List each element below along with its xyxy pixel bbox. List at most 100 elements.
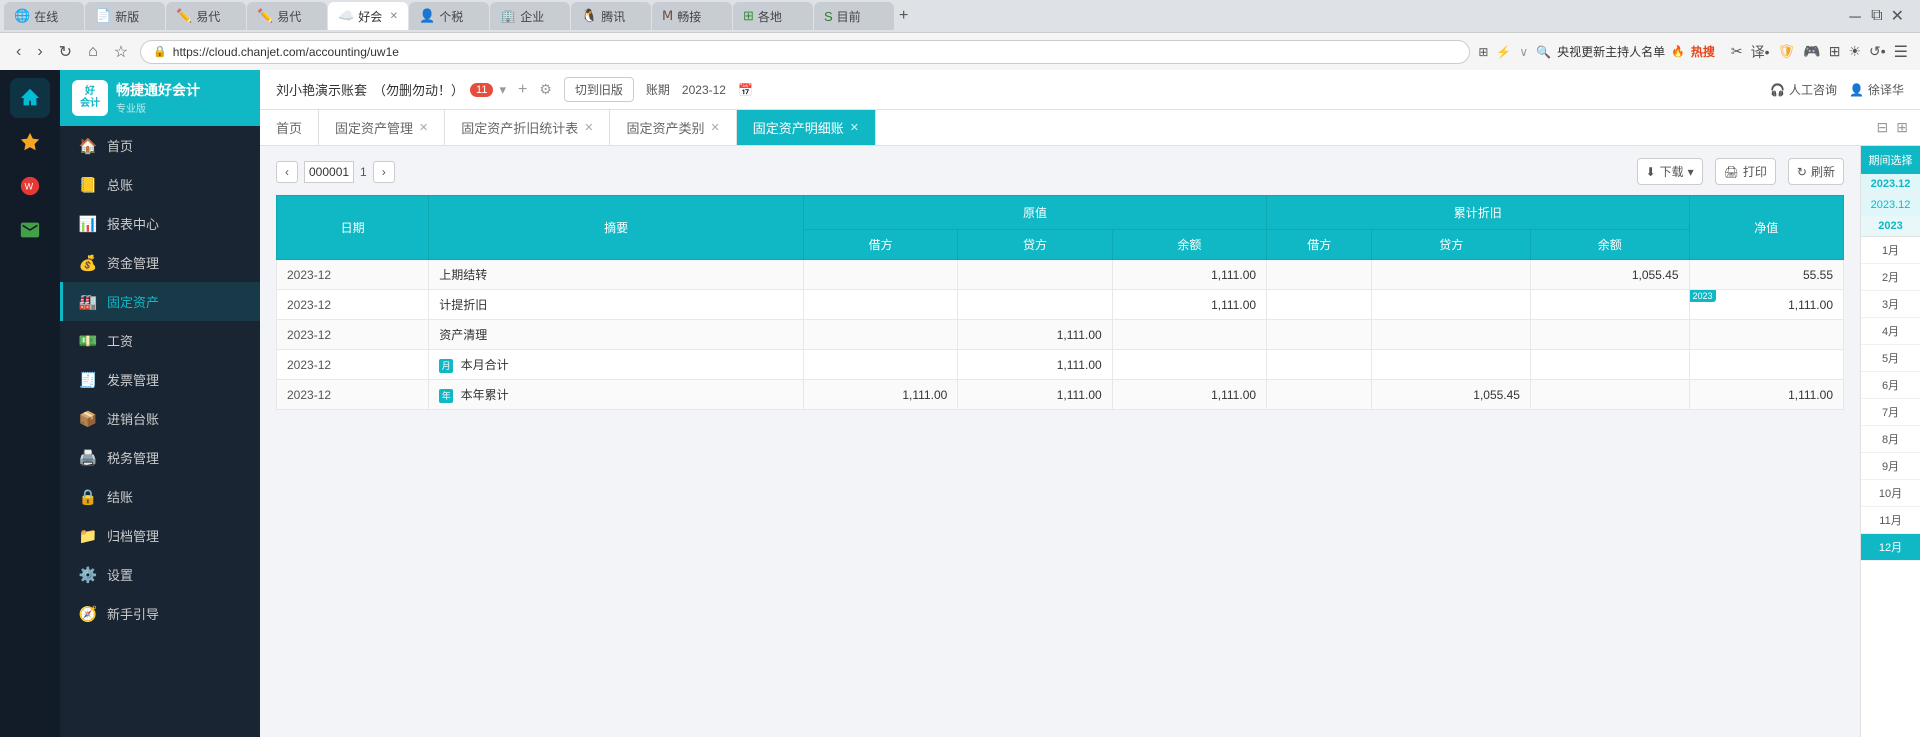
browser-tab-yidai1[interactable]: ✏️ 易代: [166, 2, 246, 30]
period-month-11[interactable]: 11月: [1861, 507, 1920, 534]
maximize-pane-icon[interactable]: ⊞: [1896, 119, 1908, 136]
sidebar-item-ledger[interactable]: 📒 总账: [60, 165, 260, 204]
browser-tab-online[interactable]: 🌐 在线: [4, 2, 84, 30]
sidebar-item-archive[interactable]: 📁 归档管理: [60, 516, 260, 555]
sidebar-item-fixed-assets[interactable]: 🏭 固定资产: [60, 282, 260, 321]
period-year-2023[interactable]: 2023: [1861, 216, 1920, 237]
sidebar-item-reports[interactable]: 📊 报表中心: [60, 204, 260, 243]
col-header-desc: 摘要: [429, 196, 804, 260]
sidebar-item-invoice[interactable]: 🧾 发票管理: [60, 360, 260, 399]
sidebar-item-home[interactable]: 🏠 首页: [60, 126, 260, 165]
sidebar-item-tax[interactable]: 🖨️ 税务管理: [60, 438, 260, 477]
add-account-button[interactable]: +: [518, 81, 527, 99]
period-month-10[interactable]: 10月: [1861, 480, 1920, 507]
undo-icon[interactable]: ↺•: [1869, 43, 1886, 60]
switch-version-button[interactable]: 切到旧版: [564, 77, 634, 102]
period-month-5[interactable]: 5月: [1861, 345, 1920, 372]
close-depreciation-stats-tab[interactable]: ✕: [584, 121, 593, 134]
sidebar-item-inventory[interactable]: 📦 进销台账: [60, 399, 260, 438]
support-button[interactable]: 🎧 人工咨询: [1770, 81, 1837, 98]
print-button[interactable]: 🖨 打印: [1715, 158, 1776, 185]
sidebar-item-funds[interactable]: 💰 资金管理: [60, 243, 260, 282]
refresh-button[interactable]: ↻ 刷新: [1788, 158, 1844, 185]
browser-tab-tax[interactable]: 👤 个税: [409, 2, 489, 30]
browser-tab-gedi[interactable]: ⊞ 各地: [733, 2, 813, 30]
home-button[interactable]: ⌂: [84, 39, 102, 65]
bookmark-button[interactable]: ☆: [110, 38, 132, 66]
refresh-page-button[interactable]: ↻: [55, 38, 76, 66]
cell-orig-debit-5: 1,111.00: [803, 380, 957, 410]
calendar-icon[interactable]: 📅: [738, 83, 753, 97]
minimize-pane-icon[interactable]: ⊟: [1877, 119, 1889, 136]
cell-net-value-1: 55.55: [1689, 260, 1843, 290]
url-input[interactable]: 🔒 https://cloud.chanjet.com/accounting/u…: [140, 40, 1470, 64]
sidebar-item-guide-label: 新手引导: [107, 604, 159, 623]
game-icon[interactable]: 🎮: [1803, 43, 1820, 60]
forward-button[interactable]: ›: [33, 39, 46, 65]
shield-icon[interactable]: 🛡: [1778, 43, 1796, 60]
sidebar-item-fixed-assets-label: 固定资产: [107, 292, 159, 311]
period-month-9[interactable]: 9月: [1861, 453, 1920, 480]
sidebar-item-settings[interactable]: ⚙️ 设置: [60, 555, 260, 594]
user-account-selector[interactable]: 刘小艳演示账套 （勿删勿动！） 11 ▾: [276, 80, 506, 99]
page-tab-depreciation-stats[interactable]: 固定资产折旧统计表 ✕: [445, 110, 610, 146]
page-tab-home[interactable]: 首页: [260, 110, 319, 146]
print-label: 打印: [1743, 163, 1767, 180]
page-tab-asset-detail[interactable]: 固定资产明细账 ✕: [737, 110, 876, 146]
prev-page-button[interactable]: ‹: [276, 161, 298, 183]
tab-label: 在线: [34, 8, 58, 25]
browser-tab-yidai2[interactable]: ✏️ 易代: [247, 2, 327, 30]
page-tab-fixed-assets-mgmt[interactable]: 固定资产管理 ✕: [319, 110, 445, 146]
period-year-active-2[interactable]: 2023.12: [1861, 195, 1920, 216]
browser-tab-haohui[interactable]: ☁️ 好会 ✕: [328, 2, 408, 30]
tab-close-haohui[interactable]: ✕: [390, 11, 398, 22]
sidebar-item-salary[interactable]: 💵 工资: [60, 321, 260, 360]
quick-home-icon[interactable]: [10, 78, 50, 118]
cell-orig-balance-2: 1,111.00: [1112, 290, 1266, 320]
quick-mail-icon[interactable]: [10, 210, 50, 250]
next-page-button[interactable]: ›: [373, 161, 395, 183]
page-tab-asset-category[interactable]: 固定资产类别 ✕: [610, 110, 736, 146]
browser-tab-tencent[interactable]: 🐧 腾讯: [571, 2, 651, 30]
cell-acc-debit-3: [1267, 320, 1372, 350]
period-month-12[interactable]: 12月: [1861, 534, 1920, 561]
download-button[interactable]: ⬇ 下载 ▾: [1637, 158, 1703, 185]
close-fixed-assets-mgmt-tab[interactable]: ✕: [419, 121, 428, 134]
settings-gear-icon[interactable]: ⚙: [539, 81, 552, 98]
period-month-8[interactable]: 8月: [1861, 426, 1920, 453]
scissors-icon[interactable]: ✂: [1731, 43, 1743, 60]
cell-date-4: 2023-12: [277, 350, 429, 380]
period-month-7[interactable]: 7月: [1861, 399, 1920, 426]
browser-tab-new[interactable]: 📄 新版: [85, 2, 165, 30]
cell-acc-balance-5: [1530, 380, 1689, 410]
browser-tab-chang[interactable]: Ⅿ 畅接: [652, 2, 732, 30]
back-button[interactable]: ‹: [12, 39, 25, 65]
quick-star-icon[interactable]: [10, 122, 50, 162]
period-month-6[interactable]: 6月: [1861, 372, 1920, 399]
sidebar-item-guide[interactable]: 🧭 新手引导: [60, 594, 260, 633]
minimize-button[interactable]: －: [1847, 4, 1863, 28]
grid-icon[interactable]: ⊞: [1829, 43, 1841, 60]
menu-icon[interactable]: ☰: [1894, 42, 1908, 62]
period-month-1[interactable]: 1月: [1861, 237, 1920, 264]
browser-tab-enterprise[interactable]: 🏢 企业: [490, 2, 570, 30]
sidebar-item-tax-label: 税务管理: [107, 448, 159, 467]
browser-tab-mubiao[interactable]: S 目前: [814, 2, 894, 30]
cell-desc-4: 月 本月合计: [429, 350, 804, 380]
close-asset-detail-tab[interactable]: ✕: [850, 121, 859, 134]
translate-icon[interactable]: 译•: [1751, 42, 1770, 62]
quick-weibo-icon[interactable]: W: [10, 166, 50, 206]
brightness-icon[interactable]: ☀: [1848, 43, 1861, 60]
close-window-button[interactable]: ✕: [1891, 6, 1904, 26]
period-month-3[interactable]: 3月: [1861, 291, 1920, 318]
period-month-2[interactable]: 2月: [1861, 264, 1920, 291]
new-tab-button[interactable]: +: [895, 3, 912, 29]
reports-nav-icon: 📊: [79, 215, 97, 233]
restore-button[interactable]: ⧉: [1871, 7, 1882, 25]
page-number-input[interactable]: [304, 161, 354, 183]
period-month-4[interactable]: 4月: [1861, 318, 1920, 345]
period-year-active-1[interactable]: 2023.12: [1861, 174, 1920, 195]
close-asset-category-tab[interactable]: ✕: [711, 121, 720, 134]
sidebar-item-closing[interactable]: 🔒 结账: [60, 477, 260, 516]
user-avatar[interactable]: 👤 徐译华: [1849, 81, 1904, 98]
